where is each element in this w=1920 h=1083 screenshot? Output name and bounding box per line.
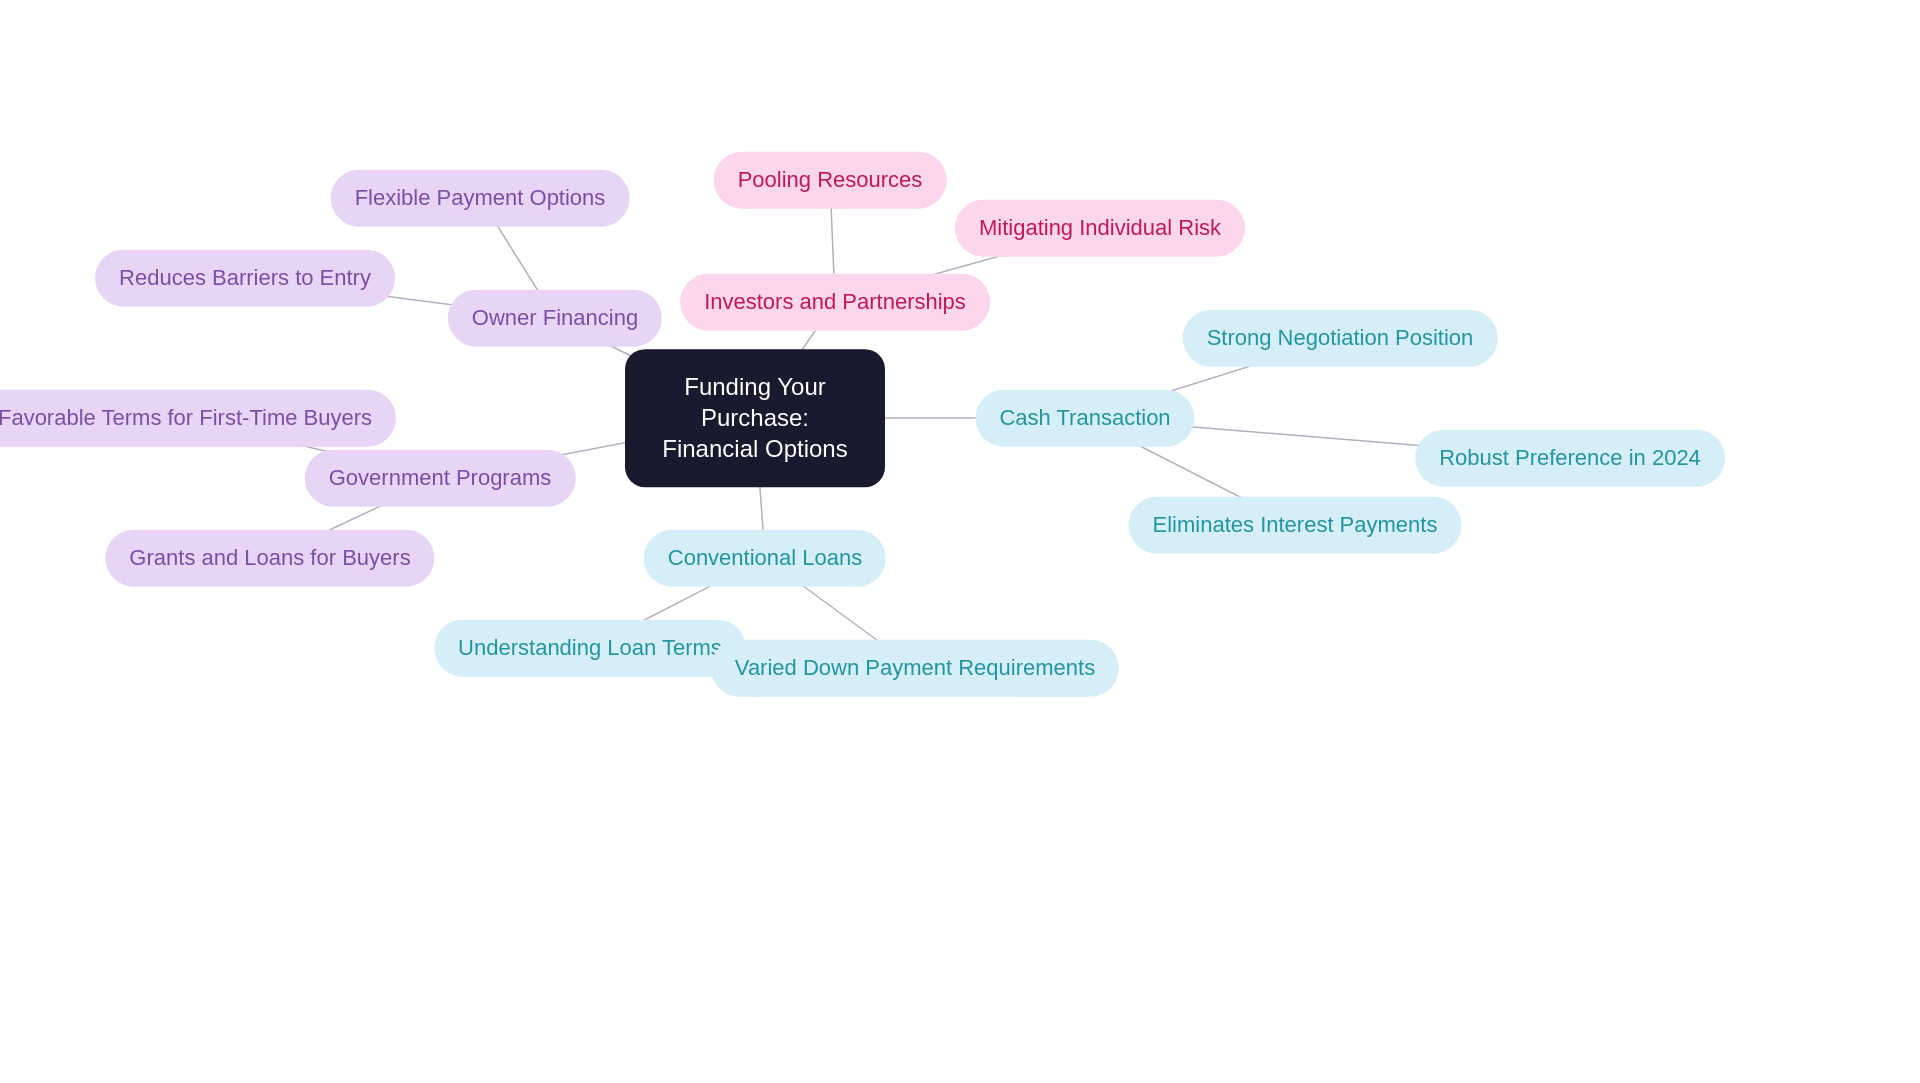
node-strong-negotiation: Strong Negotiation Position xyxy=(1183,310,1498,367)
node-cash-transaction: Cash Transaction xyxy=(975,390,1194,447)
node-label-favorable-terms: Favorable Terms for First-Time Buyers xyxy=(0,404,372,433)
node-label-government-programs: Government Programs xyxy=(329,464,552,493)
center-node: Funding Your Purchase: Financial Options xyxy=(625,349,885,487)
node-pooling-resources: Pooling Resources xyxy=(714,152,947,209)
node-mitigating-risk: Mitigating Individual Risk xyxy=(955,200,1245,257)
node-grants-loans: Grants and Loans for Buyers xyxy=(105,530,434,587)
node-label-cash-transaction: Cash Transaction xyxy=(999,404,1170,433)
node-government-programs: Government Programs xyxy=(305,450,576,507)
node-favorable-terms: Favorable Terms for First-Time Buyers xyxy=(0,390,396,447)
node-robust-preference: Robust Preference in 2024 xyxy=(1415,430,1725,487)
node-label-varied-down-payment: Varied Down Payment Requirements xyxy=(735,654,1095,683)
node-label-conventional-loans: Conventional Loans xyxy=(668,544,862,573)
node-label-understanding-loan: Understanding Loan Terms xyxy=(458,634,722,663)
node-owner-financing: Owner Financing xyxy=(448,290,662,347)
node-conventional-loans: Conventional Loans xyxy=(644,530,886,587)
node-eliminates-interest: Eliminates Interest Payments xyxy=(1129,497,1462,554)
node-label-mitigating-risk: Mitigating Individual Risk xyxy=(979,214,1221,243)
center-label: Funding Your Purchase: Financial Options xyxy=(661,371,849,465)
node-label-robust-preference: Robust Preference in 2024 xyxy=(1439,444,1701,473)
node-understanding-loan: Understanding Loan Terms xyxy=(434,620,746,677)
node-label-flexible-payment: Flexible Payment Options xyxy=(355,184,606,213)
node-label-investors-partnerships: Investors and Partnerships xyxy=(704,288,966,317)
node-investors-partnerships: Investors and Partnerships xyxy=(680,274,990,331)
node-reduces-barriers: Reduces Barriers to Entry xyxy=(95,250,395,307)
node-label-grants-loans: Grants and Loans for Buyers xyxy=(129,544,410,573)
node-label-strong-negotiation: Strong Negotiation Position xyxy=(1207,324,1474,353)
node-label-owner-financing: Owner Financing xyxy=(472,304,638,333)
node-label-eliminates-interest: Eliminates Interest Payments xyxy=(1153,511,1438,540)
node-varied-down-payment: Varied Down Payment Requirements xyxy=(711,640,1119,697)
node-label-reduces-barriers: Reduces Barriers to Entry xyxy=(119,264,371,293)
node-label-pooling-resources: Pooling Resources xyxy=(738,166,923,195)
node-flexible-payment: Flexible Payment Options xyxy=(331,170,630,227)
